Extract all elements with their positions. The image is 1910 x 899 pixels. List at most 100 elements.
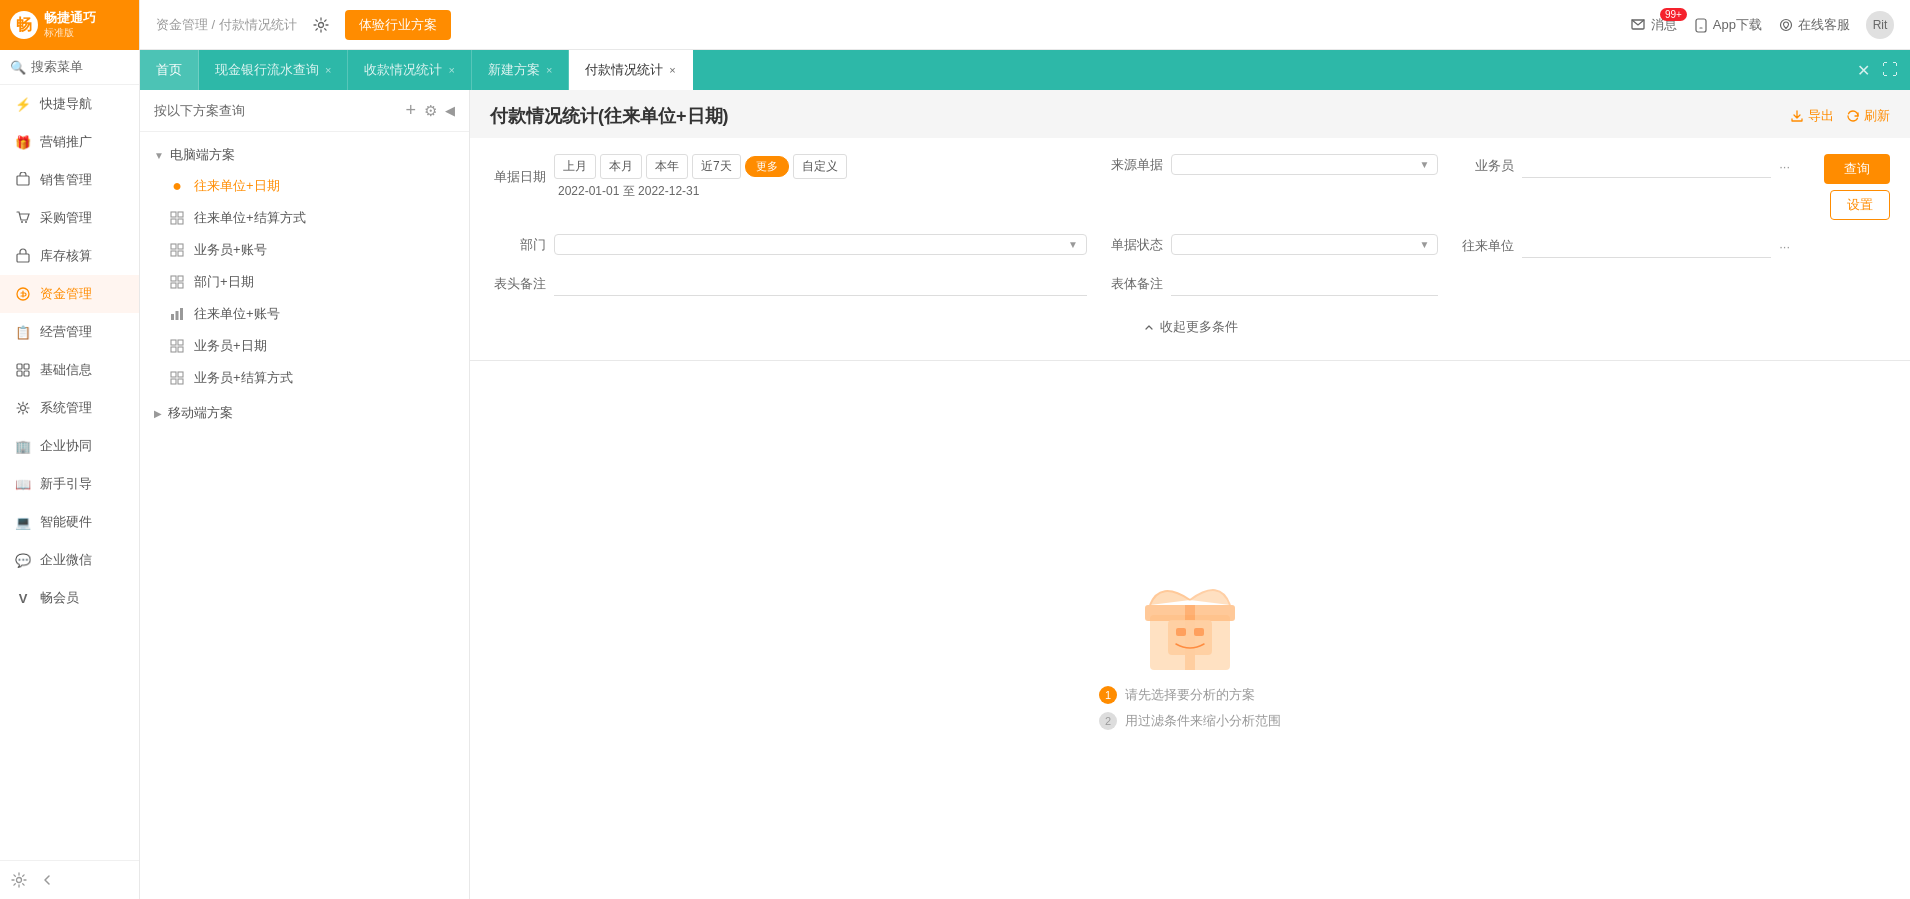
sidebar-collapse-btn[interactable] (38, 871, 56, 889)
sidebar-item-basic-info[interactable]: 基础信息 (0, 351, 139, 389)
trial-btn[interactable]: 体验行业方案 (345, 10, 451, 40)
page-title: 付款情况统计(往来单位+日期) (490, 104, 729, 128)
svg-rect-25 (178, 283, 183, 288)
expand-tabs-btn[interactable]: ⛶ (1878, 57, 1902, 83)
tab-payment-stat-close[interactable]: × (448, 64, 454, 76)
scheme-group-mobile-label: 移动端方案 (168, 404, 233, 422)
sidebar-item-label: 经营管理 (40, 323, 92, 341)
date-btn-more[interactable]: 更多 (745, 156, 789, 177)
svg-rect-3 (17, 254, 29, 262)
query-btn[interactable]: 查询 (1824, 154, 1890, 184)
svg-rect-26 (171, 314, 174, 320)
hint-text-1: 请先选择要分析的方案 (1125, 686, 1255, 704)
collapse-conditions-btn[interactable]: 收起更多条件 (490, 310, 1890, 344)
tab-pay-stat-close[interactable]: × (669, 64, 675, 76)
scheme-item-counterpart-date[interactable]: ● 往来单位+日期 (140, 170, 469, 202)
close-all-tabs-btn[interactable]: ✕ (1853, 57, 1874, 84)
online-service-label: 在线客服 (1798, 16, 1850, 34)
tab-new-scheme-close[interactable]: × (546, 64, 552, 76)
sidebar-item-member[interactable]: V 畅会员 (0, 579, 139, 617)
scheme-item-staff-account[interactable]: 业务员+账号 (140, 234, 469, 266)
sidebar-item-purchase[interactable]: 采购管理 (0, 199, 139, 237)
tab-pay-stat[interactable]: 付款情况统计 × (569, 50, 692, 90)
counterpart-input[interactable] (1522, 234, 1771, 258)
staff-more-icon[interactable]: ··· (1779, 159, 1790, 174)
svg-point-9 (21, 406, 26, 411)
sidebar-item-quick-nav[interactable]: ⚡ 快捷导航 (0, 85, 139, 123)
scheme-item-icon (168, 273, 186, 291)
sidebar-item-label: 系统管理 (40, 399, 92, 417)
logo-text: 畅捷通巧 标准版 (44, 10, 96, 40)
source-select[interactable]: ▼ (1171, 154, 1439, 175)
svg-rect-7 (17, 371, 22, 376)
app-download-btn[interactable]: App下载 (1693, 16, 1762, 34)
body-note-input[interactable] (1171, 272, 1439, 296)
add-scheme-btn[interactable]: + (405, 100, 416, 121)
topbar-left: 资金管理 / 付款情况统计 体验行业方案 (156, 10, 451, 40)
scheme-item-staff-date[interactable]: 业务员+日期 (140, 330, 469, 362)
filter-row-1: 单据日期 上月 本月 本年 近7天 更多 自定义 2022-01-01 至 20… (490, 154, 1890, 220)
svg-rect-28 (180, 308, 183, 320)
refresh-btn[interactable]: 刷新 (1846, 107, 1890, 125)
inventory-icon (14, 247, 32, 265)
scheme-group-desktop-header[interactable]: ▼ 电脑端方案 (140, 140, 469, 170)
hint-text-2: 用过滤条件来缩小分析范围 (1125, 712, 1281, 730)
set-btn[interactable]: 设置 (1830, 190, 1890, 220)
sidebar-item-wechat[interactable]: 💬 企业微信 (0, 541, 139, 579)
scheme-item-staff-settle[interactable]: 业务员+结算方式 (140, 362, 469, 394)
chevron-down-icon: ▼ (1068, 239, 1078, 250)
tab-cash-flow[interactable]: 现金银行流水查询 × (199, 50, 348, 90)
scheme-settings-btn[interactable]: ⚙ (424, 102, 437, 120)
sidebar-item-enterprise[interactable]: 🏢 企业协同 (0, 427, 139, 465)
staff-input[interactable] (1522, 154, 1771, 178)
tab-payment-stat[interactable]: 收款情况统计 × (348, 50, 471, 90)
docstatus-select[interactable]: ▼ (1171, 234, 1439, 255)
sidebar-item-marketing[interactable]: 🎁 营销推广 (0, 123, 139, 161)
export-btn[interactable]: 导出 (1790, 107, 1834, 125)
panel-body: ▼ 电脑端方案 ● 往来单位+日期 往来单位+结算方式 (140, 132, 469, 899)
header-note-input[interactable] (554, 272, 1087, 296)
date-btn-this-year[interactable]: 本年 (646, 154, 688, 179)
tab-payment-stat-label: 收款情况统计 (364, 61, 442, 79)
scheme-item-label: 业务员+日期 (194, 337, 267, 355)
scheme-item-label: 业务员+结算方式 (194, 369, 293, 387)
date-btn-7days[interactable]: 近7天 (692, 154, 741, 179)
sidebar-item-inventory[interactable]: 库存核算 (0, 237, 139, 275)
date-btn-this-month[interactable]: 本月 (600, 154, 642, 179)
scheme-item-counterpart-account[interactable]: 往来单位+账号 (140, 298, 469, 330)
tab-home[interactable]: 首页 (140, 50, 199, 90)
sidebar-item-guide[interactable]: 📖 新手引导 (0, 465, 139, 503)
search-menu[interactable]: 🔍 搜索菜单 (0, 50, 139, 85)
scheme-group-mobile-header[interactable]: ▶ 移动端方案 (140, 398, 469, 428)
main: 资金管理 / 付款情况统计 体验行业方案 消息 99+ App下载 在线客服 R… (140, 0, 1910, 899)
online-service-btn[interactable]: 在线客服 (1778, 16, 1850, 34)
date-btn-custom[interactable]: 自定义 (793, 154, 847, 179)
scheme-group-mobile: ▶ 移动端方案 (140, 398, 469, 428)
date-btn-last-month[interactable]: 上月 (554, 154, 596, 179)
sidebar-settings-btn[interactable] (10, 871, 28, 889)
user-avatar[interactable]: Rit (1866, 11, 1894, 39)
counterpart-more-icon[interactable]: ··· (1779, 239, 1790, 254)
sidebar-item-label: 营销推广 (40, 133, 92, 151)
sidebar-item-hardware[interactable]: 💻 智能硬件 (0, 503, 139, 541)
breadcrumb: 资金管理 / 付款情况统计 (156, 16, 297, 34)
topbar-settings-btn[interactable] (307, 11, 335, 39)
filter-source-item: 来源单据 ▼ (1107, 154, 1439, 175)
dept-select[interactable]: ▼ (554, 234, 1087, 255)
svg-rect-8 (24, 371, 29, 376)
scheme-item-counterpart-settle[interactable]: 往来单位+结算方式 (140, 202, 469, 234)
sidebar-item-capital[interactable]: 资金管理 (0, 275, 139, 313)
scheme-item-dept-date[interactable]: 部门+日期 (140, 266, 469, 298)
operations-icon: 📋 (14, 323, 32, 341)
sidebar-item-system[interactable]: 系统管理 (0, 389, 139, 427)
tab-cash-flow-close[interactable]: × (325, 64, 331, 76)
tab-new-scheme[interactable]: 新建方案 × (472, 50, 569, 90)
sidebar-item-operations[interactable]: 📋 经营管理 (0, 313, 139, 351)
empty-state: 1 请先选择要分析的方案 2 用过滤条件来缩小分析范围 (470, 361, 1910, 899)
sidebar-item-sales[interactable]: 销售管理 (0, 161, 139, 199)
right-content: 付款情况统计(往来单位+日期) 导出 刷新 单据日 (470, 90, 1910, 899)
scheme-group-desktop: ▼ 电脑端方案 ● 往来单位+日期 往来单位+结算方式 (140, 140, 469, 394)
scheme-collapse-btn[interactable]: ◀ (445, 103, 455, 118)
message-btn[interactable]: 消息 99+ (1629, 16, 1677, 34)
scheme-item-icon (168, 337, 186, 355)
